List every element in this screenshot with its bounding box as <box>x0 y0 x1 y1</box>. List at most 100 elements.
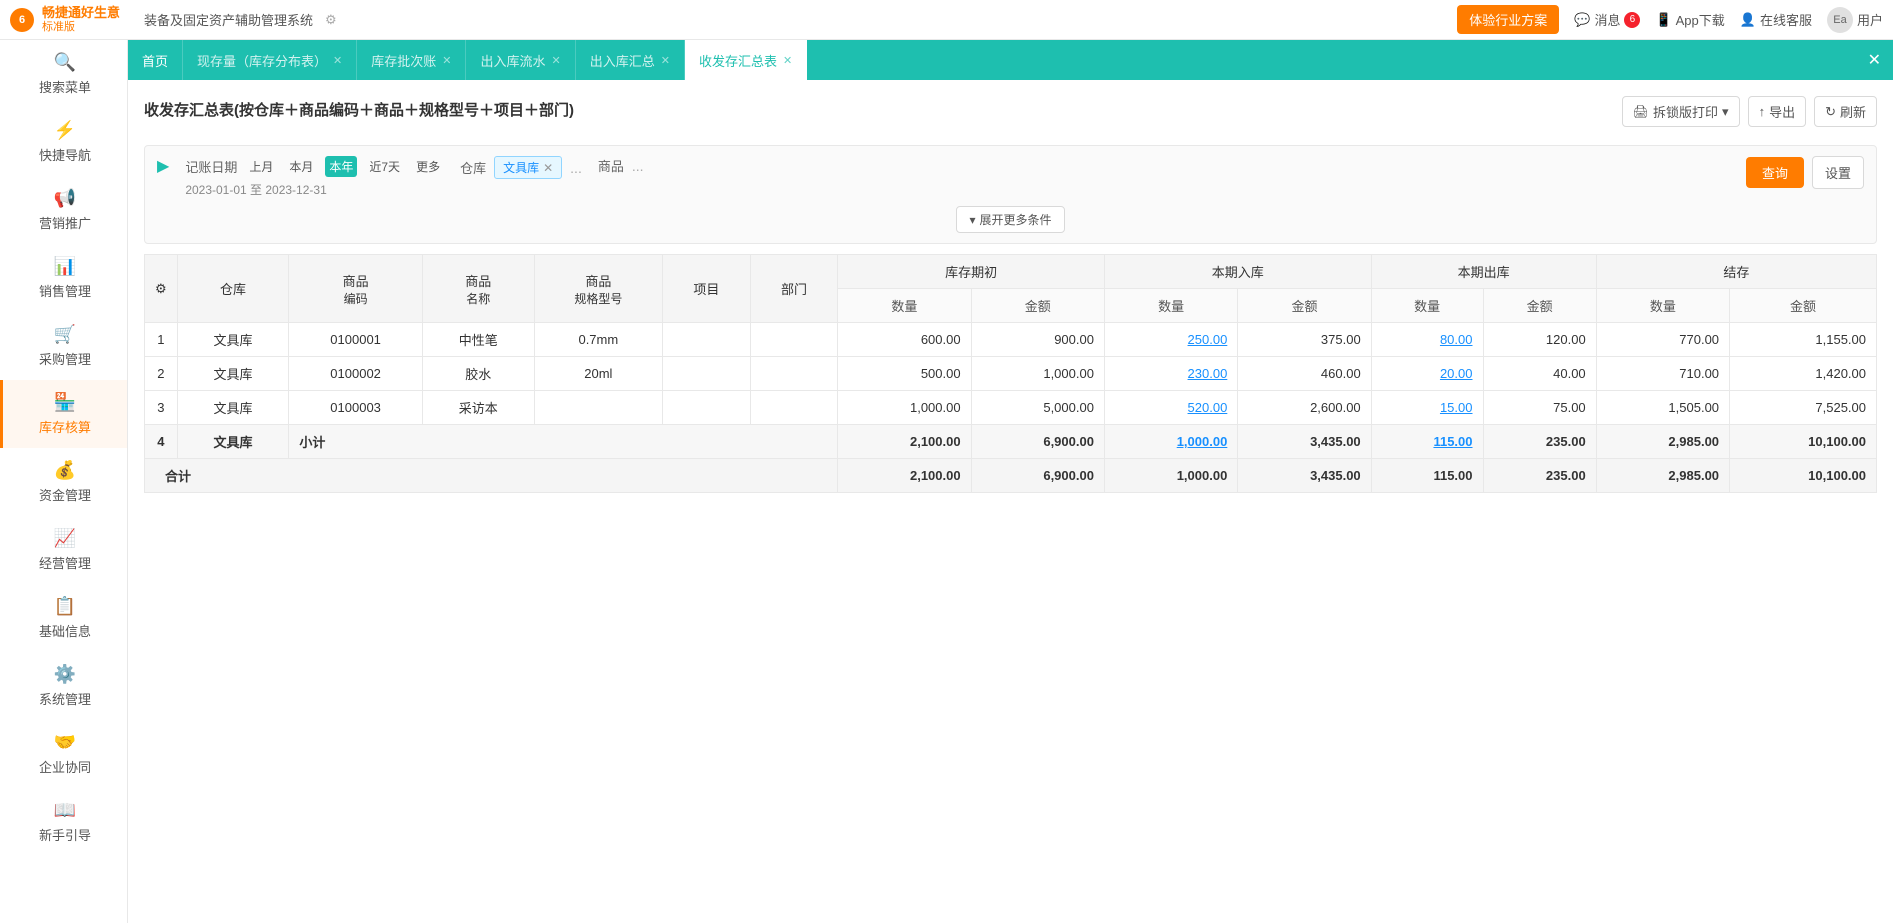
subtotal-in-amt: 3,435.00 <box>1238 425 1371 459</box>
row-name: 中性笔 <box>422 323 534 357</box>
expand-conditions-btn[interactable]: ▾ 展开更多条件 <box>956 206 1064 233</box>
messages-btn[interactable]: 💬 消息 6 <box>1574 10 1640 29</box>
sidebar-item-sales[interactable]: 📊 销售管理 <box>0 244 127 312</box>
sidebar-label-system: 系统管理 <box>39 689 91 708</box>
row-spec: 20ml <box>534 357 663 391</box>
col-gear[interactable]: ⚙ <box>145 255 178 323</box>
subtotal-no: 4 <box>145 425 178 459</box>
online-service-btn[interactable]: 👤 在线客服 <box>1740 10 1812 29</box>
gear-icon[interactable]: ⚙ <box>325 12 337 28</box>
tab-inout-summary[interactable]: 出入库汇总 ✕ <box>576 40 685 80</box>
sidebar-item-marketing[interactable]: 📢 营销推广 <box>0 176 127 244</box>
warehouse-tag-remove[interactable]: ✕ <box>543 161 553 175</box>
date-btn-this-month[interactable]: 本月 <box>285 156 317 177</box>
sidebar-label-inventory: 库存核算 <box>39 417 91 436</box>
sidebar-item-quick[interactable]: ⚡ 快捷导航 <box>0 108 127 176</box>
goods-label: 商品 <box>598 156 624 175</box>
tab-inout-flow-close[interactable]: ✕ <box>552 54 561 67</box>
tab-batch[interactable]: 库存批次账 ✕ <box>357 40 466 80</box>
tab-stock-dist-close[interactable]: ✕ <box>333 54 342 67</box>
row-in-qty[interactable]: 230.00 <box>1104 357 1237 391</box>
tab-batch-label: 库存批次账 <box>371 51 436 70</box>
footer-end-qty: 2,985.00 <box>1596 459 1729 493</box>
row-warehouse: 文具库 <box>177 323 289 357</box>
col-out-qty-header: 数量 <box>1371 289 1483 323</box>
row-init-amt: 1,000.00 <box>971 357 1104 391</box>
tab-recv-send-close[interactable]: ✕ <box>783 54 792 67</box>
row-project <box>663 391 751 425</box>
sidebar-label-operation: 经营管理 <box>39 553 91 572</box>
subtotal-label: 小计 <box>289 425 838 459</box>
goods-filter-dots[interactable]: ... <box>632 158 644 174</box>
row-out-qty[interactable]: 80.00 <box>1371 323 1483 357</box>
row-project <box>663 323 751 357</box>
tab-bar-close-btn[interactable]: ✕ <box>1856 50 1893 70</box>
user-btn[interactable]: Ea 用户 <box>1827 7 1883 33</box>
warehouse-filter-dots[interactable]: ... <box>570 160 582 176</box>
expand-icon: ▾ <box>969 213 975 227</box>
tab-inout-flow[interactable]: 出入库流水 ✕ <box>466 40 575 80</box>
export-btn[interactable]: ↑ 导出 <box>1748 96 1807 127</box>
service-icon: 👤 <box>1740 12 1756 28</box>
row-dept <box>750 323 838 357</box>
row-no: 1 <box>145 323 178 357</box>
basic-icon: 📋 <box>54 596 76 617</box>
user-label: 用户 <box>1857 10 1883 29</box>
sidebar-item-system[interactable]: ⚙️ 系统管理 <box>0 652 127 720</box>
sidebar-item-basic[interactable]: 📋 基础信息 <box>0 584 127 652</box>
query-button[interactable]: 查询 <box>1746 157 1804 188</box>
date-btn-more[interactable]: 更多 <box>412 156 444 177</box>
warehouse-tag[interactable]: 文具库 ✕ <box>494 156 562 179</box>
col-end-qty-header: 数量 <box>1596 289 1729 323</box>
tab-home[interactable]: 首页 <box>128 40 183 80</box>
date-btn-7days[interactable]: 近7天 <box>365 156 404 177</box>
row-in-qty[interactable]: 250.00 <box>1104 323 1237 357</box>
message-icon: 💬 <box>1574 12 1590 28</box>
row-end-amt: 1,420.00 <box>1730 357 1877 391</box>
row-init-amt: 900.00 <box>971 323 1104 357</box>
enterprise-icon: 🤝 <box>54 732 76 753</box>
experience-button[interactable]: 体验行业方案 <box>1457 5 1559 34</box>
page-title: 收发存汇总表(按仓库＋商品编码＋商品＋规格型号＋项目＋部门) <box>144 99 574 120</box>
subtotal-out-qty[interactable]: 115.00 <box>1371 425 1483 459</box>
col-init-amt-header: 金额 <box>971 289 1104 323</box>
print-btn[interactable]: 🖨 拆锁版打印 ▾ <box>1622 96 1740 127</box>
subtotal-init-qty: 2,100.00 <box>838 425 971 459</box>
refresh-btn-label: 刷新 <box>1840 102 1866 121</box>
sidebar-item-finance[interactable]: 💰 资金管理 <box>0 448 127 516</box>
app-download-btn[interactable]: 📱 App下载 <box>1655 10 1724 29</box>
row-init-qty: 1,000.00 <box>838 391 971 425</box>
tab-batch-close[interactable]: ✕ <box>442 54 451 67</box>
row-name: 采访本 <box>422 391 534 425</box>
row-dept <box>750 391 838 425</box>
row-no: 3 <box>145 391 178 425</box>
operation-icon: 📈 <box>54 528 76 549</box>
sidebar-item-search[interactable]: 🔍 搜索菜单 <box>0 40 127 108</box>
purchase-icon: 🛒 <box>54 324 76 345</box>
subtotal-in-qty[interactable]: 1,000.00 <box>1104 425 1237 459</box>
filter-arrow[interactable]: ▶ <box>157 156 169 176</box>
date-btn-last-month[interactable]: 上月 <box>245 156 277 177</box>
row-in-qty[interactable]: 520.00 <box>1104 391 1237 425</box>
row-out-qty[interactable]: 20.00 <box>1371 357 1483 391</box>
sidebar-item-purchase[interactable]: 🛒 采购管理 <box>0 312 127 380</box>
sidebar-item-inventory[interactable]: 🏪 库存核算 <box>0 380 127 448</box>
export-btn-label: 导出 <box>1769 102 1795 121</box>
inventory-icon: 🏪 <box>54 392 76 413</box>
settings-button[interactable]: 设置 <box>1812 156 1864 189</box>
top-bar-right: 体验行业方案 💬 消息 6 📱 App下载 👤 在线客服 Ea 用户 <box>1457 5 1883 34</box>
sidebar-item-enterprise[interactable]: 🤝 企业协同 <box>0 720 127 788</box>
row-out-qty[interactable]: 15.00 <box>1371 391 1483 425</box>
date-btn-this-year[interactable]: 本年 <box>325 156 357 177</box>
footer-out-qty: 115.00 <box>1371 459 1483 493</box>
tab-stock-dist[interactable]: 现存量（库存分布表） ✕ <box>183 40 357 80</box>
refresh-btn[interactable]: ↻ 刷新 <box>1814 96 1877 127</box>
tab-inout-summary-close[interactable]: ✕ <box>661 54 670 67</box>
online-service-label: 在线客服 <box>1760 10 1812 29</box>
sidebar-item-operation[interactable]: 📈 经营管理 <box>0 516 127 584</box>
tab-recv-send[interactable]: 收发存汇总表 ✕ <box>685 40 807 80</box>
row-warehouse: 文具库 <box>177 357 289 391</box>
sidebar-label-enterprise: 企业协同 <box>39 757 91 776</box>
sidebar-item-newbie[interactable]: 📖 新手引导 <box>0 788 127 856</box>
top-bar: 6 畅捷通好生意 标准版 装备及固定资产辅助管理系统 ⚙ 体验行业方案 💬 消息… <box>0 0 1893 40</box>
